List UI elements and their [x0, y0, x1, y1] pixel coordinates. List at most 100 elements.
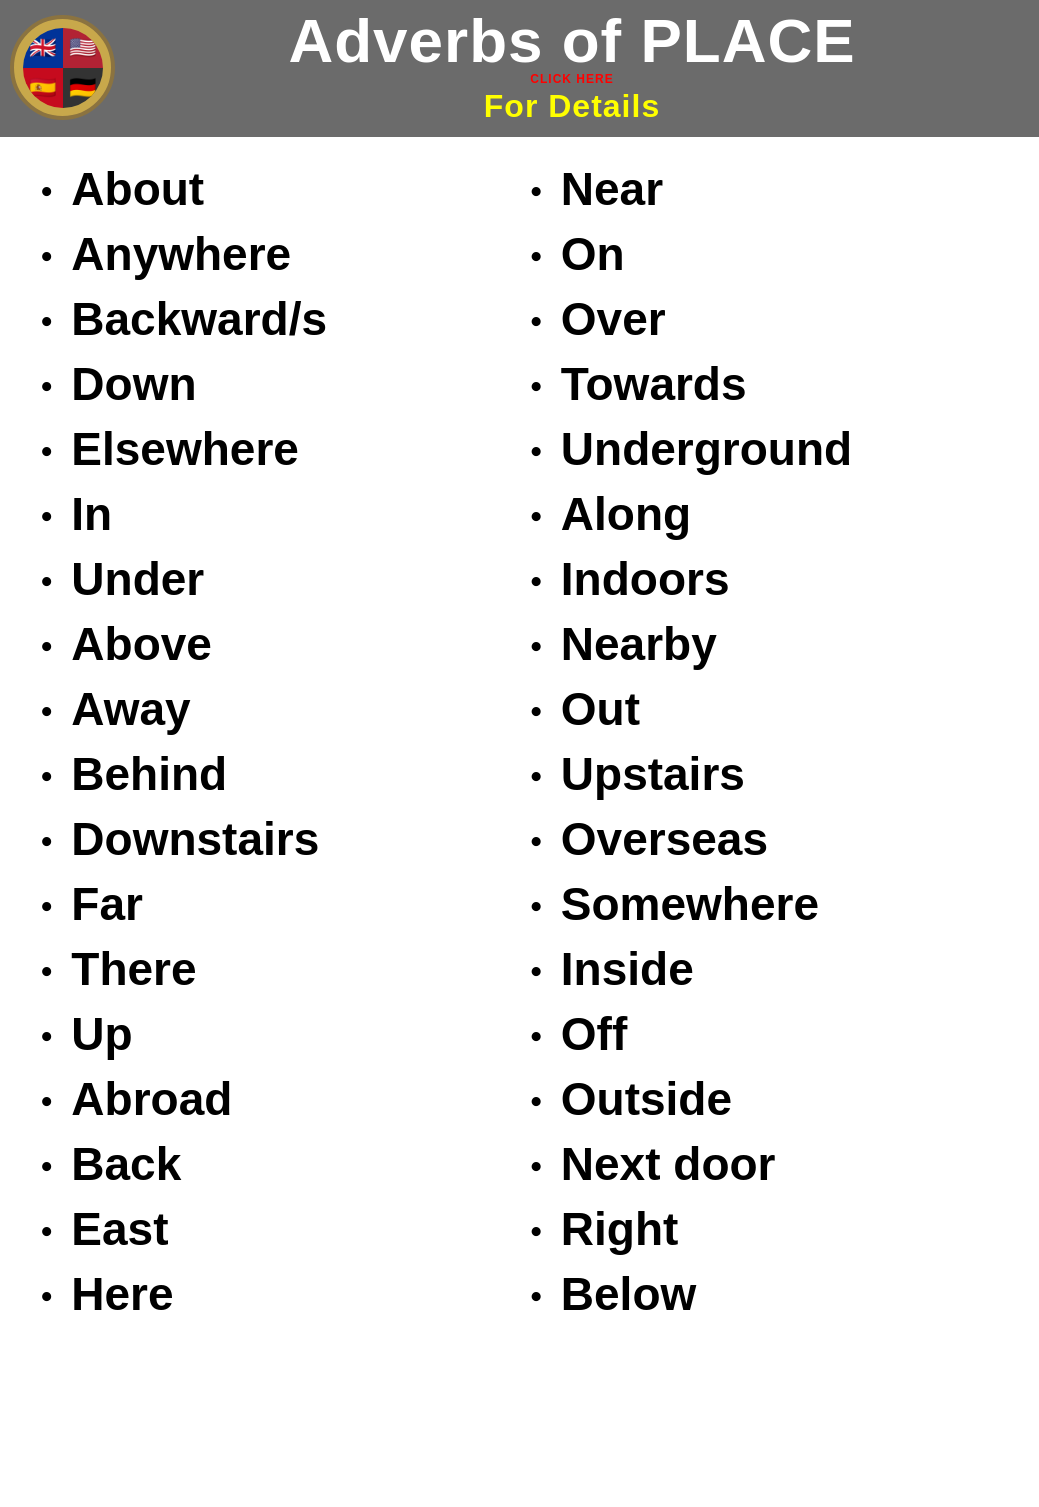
logo: 🇬🇧 🇺🇸 🇪🇸 🇩🇪 [10, 15, 115, 120]
list-item: • Up [40, 1002, 510, 1067]
word-label: Over [561, 293, 666, 346]
list-item: • Near [530, 157, 1000, 222]
word-label: Above [71, 618, 212, 671]
bullet-icon: • [40, 1018, 53, 1056]
word-label: About [71, 163, 204, 216]
for-details-label[interactable]: For Details [484, 88, 660, 125]
bullet-icon: • [530, 823, 543, 861]
word-label: Overseas [561, 813, 768, 866]
bullet-icon: • [40, 1148, 53, 1186]
word-label: Upstairs [561, 748, 745, 801]
word-label: East [71, 1203, 168, 1256]
list-item: • Somewhere [530, 872, 1000, 937]
word-label: Outside [561, 1073, 732, 1126]
bullet-icon: • [40, 303, 53, 341]
list-item: • In [40, 482, 510, 547]
list-item: • Under [40, 547, 510, 612]
list-item: • Outside [530, 1067, 1000, 1132]
content-area: • About • Anywhere • Backward/s • Down •… [0, 137, 1039, 1347]
word-label: There [71, 943, 196, 996]
word-label: Indoors [561, 553, 730, 606]
list-item: • Over [530, 287, 1000, 352]
word-columns: • About • Anywhere • Backward/s • Down •… [40, 157, 999, 1327]
list-item: • Far [40, 872, 510, 937]
list-item: • Next door [530, 1132, 1000, 1197]
list-item: • Overseas [530, 807, 1000, 872]
list-item: • Backward/s [40, 287, 510, 352]
bullet-icon: • [530, 303, 543, 341]
bullet-icon: • [40, 238, 53, 276]
bullet-icon: • [530, 433, 543, 471]
list-item: • East [40, 1197, 510, 1262]
word-label: Away [71, 683, 190, 736]
bullet-icon: • [530, 1148, 543, 1186]
list-item: • Towards [530, 352, 1000, 417]
word-label: Somewhere [561, 878, 819, 931]
word-label: Elsewhere [71, 423, 299, 476]
list-item: • Abroad [40, 1067, 510, 1132]
bullet-icon: • [530, 173, 543, 211]
word-label: Far [71, 878, 143, 931]
list-item: • Downstairs [40, 807, 510, 872]
bullet-icon: • [40, 1278, 53, 1316]
flag-de: 🇩🇪 [63, 68, 103, 108]
word-label: Anywhere [71, 228, 291, 281]
word-label: Out [561, 683, 640, 736]
word-label: Backward/s [71, 293, 327, 346]
bullet-icon: • [40, 173, 53, 211]
bullet-icon: • [40, 563, 53, 601]
bullet-icon: • [40, 628, 53, 666]
bullet-icon: • [40, 953, 53, 991]
list-item: • Behind [40, 742, 510, 807]
word-label: Downstairs [71, 813, 319, 866]
click-here-label[interactable]: CLICK HERE [530, 72, 613, 86]
bullet-icon: • [530, 628, 543, 666]
bullet-icon: • [40, 758, 53, 796]
word-label: Under [71, 553, 204, 606]
list-item: • Along [530, 482, 1000, 547]
word-label: Nearby [561, 618, 717, 671]
flag-uk: 🇬🇧 [23, 28, 63, 68]
word-label: On [561, 228, 625, 281]
flag-es: 🇪🇸 [23, 68, 63, 108]
bullet-icon: • [530, 1278, 543, 1316]
word-label: Along [561, 488, 691, 541]
bullet-icon: • [40, 1083, 53, 1121]
word-label: Abroad [71, 1073, 232, 1126]
bullet-icon: • [530, 758, 543, 796]
list-item: • Anywhere [40, 222, 510, 287]
list-item: • There [40, 937, 510, 1002]
list-item: • Upstairs [530, 742, 1000, 807]
word-label: Behind [71, 748, 227, 801]
word-label: Down [71, 358, 196, 411]
list-item: • Inside [530, 937, 1000, 1002]
list-item: • Indoors [530, 547, 1000, 612]
bullet-icon: • [530, 953, 543, 991]
bullet-icon: • [40, 693, 53, 731]
bullet-icon: • [530, 368, 543, 406]
list-item: • Back [40, 1132, 510, 1197]
bullet-icon: • [530, 1018, 543, 1056]
list-item: • Elsewhere [40, 417, 510, 482]
word-label: Right [561, 1203, 679, 1256]
word-label: Here [71, 1268, 173, 1321]
left-column: • About • Anywhere • Backward/s • Down •… [40, 157, 510, 1327]
list-item: • Underground [530, 417, 1000, 482]
word-label: Inside [561, 943, 694, 996]
bullet-icon: • [40, 1213, 53, 1251]
bullet-icon: • [40, 498, 53, 536]
page-header: 🇬🇧 🇺🇸 🇪🇸 🇩🇪 Adverbs of PLACE CLICK HERE … [0, 0, 1039, 137]
flag-us: 🇺🇸 [63, 28, 103, 68]
bullet-icon: • [40, 433, 53, 471]
bullet-icon: • [530, 498, 543, 536]
word-label: Towards [561, 358, 747, 411]
list-item: • Off [530, 1002, 1000, 1067]
list-item: • Out [530, 677, 1000, 742]
list-item: • Away [40, 677, 510, 742]
word-label: Underground [561, 423, 852, 476]
bullet-icon: • [530, 888, 543, 926]
word-label: Off [561, 1008, 627, 1061]
word-label: Near [561, 163, 663, 216]
header-title-block: Adverbs of PLACE CLICK HERE For Details [125, 10, 1019, 125]
bullet-icon: • [530, 1213, 543, 1251]
